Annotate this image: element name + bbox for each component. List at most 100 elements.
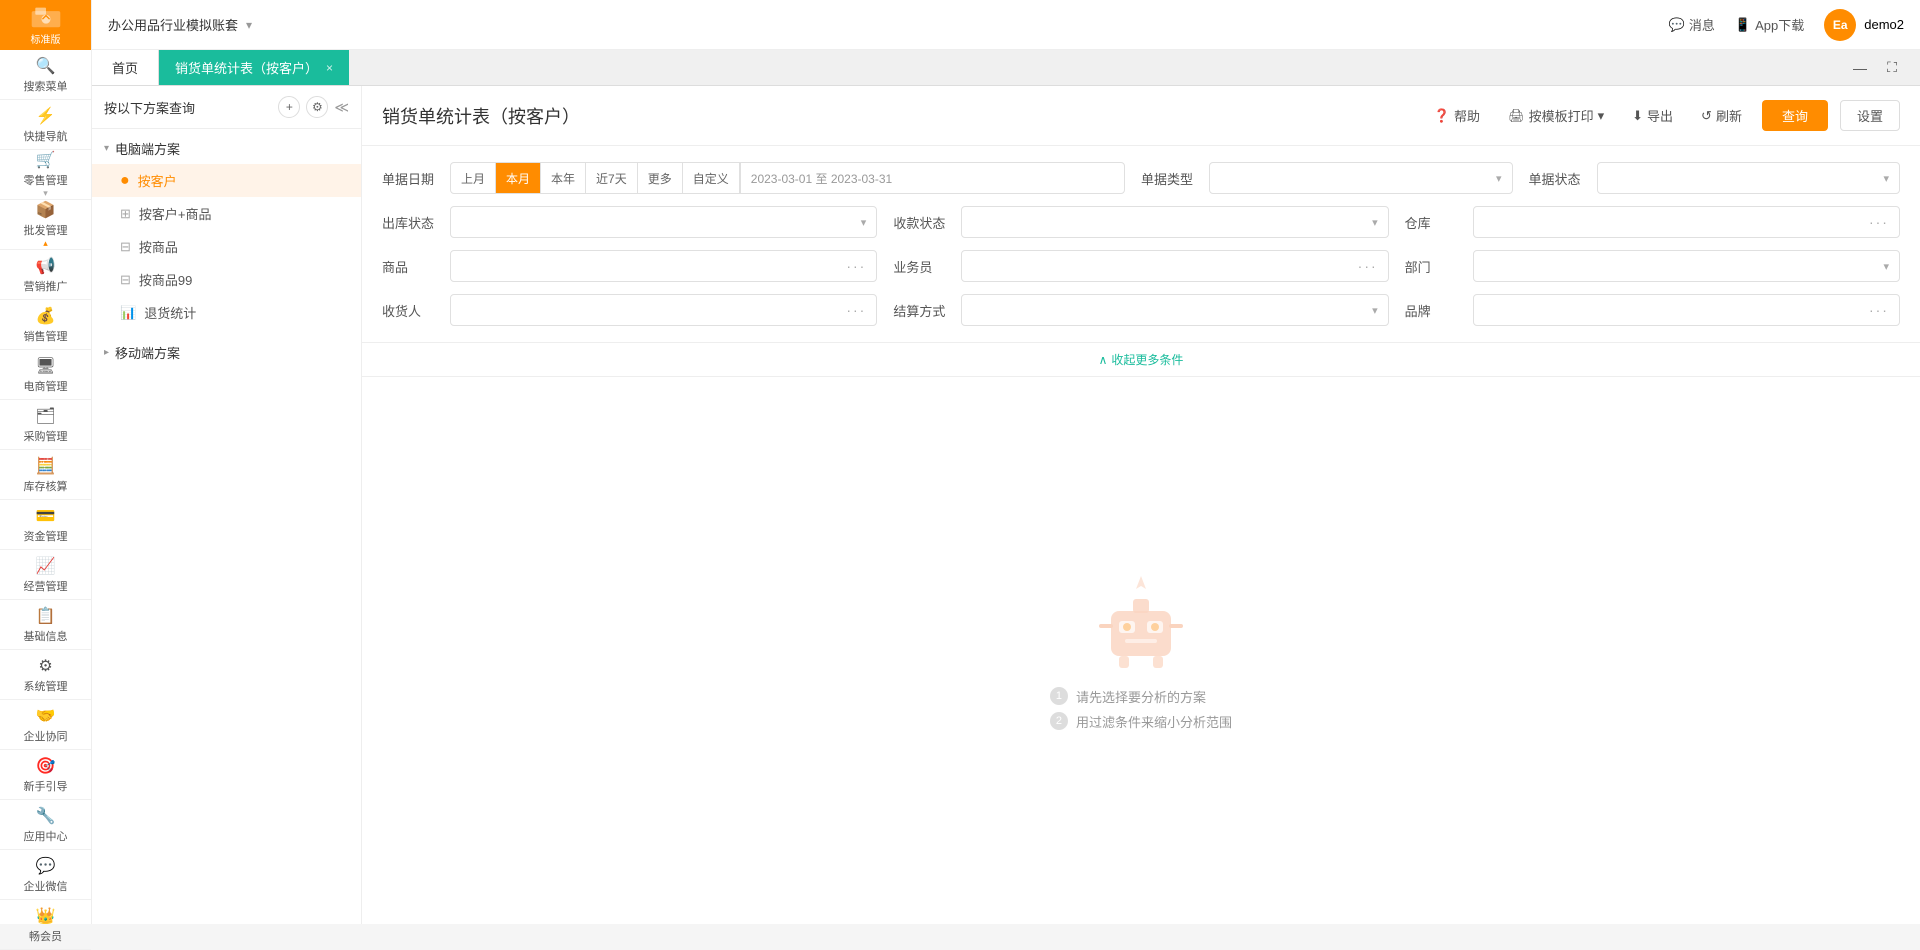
sidebar-item-finance[interactable]: 💳 资金管理 [0, 500, 91, 550]
out-status-control[interactable]: ▾ [450, 206, 877, 238]
filter-row-4: 收货人 ··· 结算方式 ▾ 品牌 [382, 294, 1900, 326]
tab-expand-button[interactable]: ⛶ [1880, 56, 1904, 80]
filter-product: 商品 ··· [382, 250, 877, 282]
sidebar-item-sales[interactable]: 💰 销售管理 [0, 300, 91, 350]
consignee-control[interactable]: ··· [450, 294, 877, 326]
doc-status-control[interactable]: ▾ [1597, 162, 1901, 194]
dept-arrow: ▾ [1883, 260, 1889, 273]
export-button[interactable]: ⬇ 导出 [1624, 102, 1681, 129]
doc-type-arrow: ▾ [1496, 172, 1502, 185]
left-panel-header: 按以下方案查询 + ⚙ ≪ [92, 86, 361, 129]
username-label: demo2 [1864, 17, 1904, 32]
date-last-month[interactable]: 上月 [451, 163, 496, 193]
consignee-dots: ··· [846, 302, 866, 318]
desktop-scheme-toggle[interactable]: ▾ 电脑端方案 [92, 133, 361, 164]
query-button[interactable]: 查询 [1762, 100, 1828, 131]
mobile-scheme-toggle[interactable]: ▸ 移动端方案 [92, 337, 361, 368]
collect-status-label: 收款状态 [893, 213, 953, 232]
help-button[interactable]: ❓ 帮助 [1426, 102, 1488, 129]
settings-button[interactable]: 设置 [1840, 100, 1900, 131]
scheme-item-by-product-99[interactable]: ⊟ 按商品99 [92, 263, 361, 296]
filter-date: 单据日期 上月 本月 本年 近7天 更多 自定义 2023-03-01 至 20… [382, 162, 1125, 194]
mobile-scheme-label: 移动端方案 [115, 343, 180, 362]
help-icon: ❓ [1434, 108, 1450, 124]
topbar-right: 💬 消息 📱 App下载 Ea demo2 [1669, 9, 1904, 41]
print-button[interactable]: 🖨 按模板打印 ▾ [1500, 102, 1612, 129]
dept-control[interactable]: ▾ [1473, 250, 1900, 282]
filter-salesman: 业务员 ··· [893, 250, 1388, 282]
app-download-button[interactable]: 📱 App下载 [1735, 15, 1804, 34]
sidebar-item-basic[interactable]: 📋 基础信息 [0, 600, 91, 650]
sidebar-item-system[interactable]: ⚙ 系统管理 [0, 650, 91, 700]
page-title: 销货单统计表（按客户） [382, 103, 580, 129]
collapse-bar[interactable]: ∧ 收起更多条件 [362, 343, 1920, 377]
wechat-icon: 💬 [36, 856, 56, 876]
sidebar-item-wechat[interactable]: 💬 企业微信 [0, 850, 91, 900]
out-status-arrow: ▾ [861, 216, 867, 229]
consignee-label: 收货人 [382, 301, 442, 320]
date-this-year[interactable]: 本年 [541, 163, 586, 193]
tab-controls: — ⛶ [1848, 56, 1920, 80]
sidebar-item-apps[interactable]: 🔧 应用中心 [0, 800, 91, 850]
settle-control[interactable]: ▾ [961, 294, 1388, 326]
settings-scheme-button[interactable]: ⚙ [306, 96, 328, 118]
sidebar-item-wholesale[interactable]: 📦 批发管理 ▴ [0, 200, 91, 250]
sidebar-item-operations[interactable]: 📈 经营管理 [0, 550, 91, 600]
sidebar-item-quick-nav[interactable]: ⚡ 快捷导航 [0, 100, 91, 150]
scheme-item-by-product[interactable]: ⊟ 按商品 [92, 230, 361, 263]
settle-arrow: ▾ [1372, 304, 1378, 317]
tab-home[interactable]: 首页 [92, 50, 159, 85]
sidebar-item-enterprise[interactable]: 🤝 企业协同 [0, 700, 91, 750]
collect-status-arrow: ▾ [1372, 216, 1378, 229]
quick-nav-icon: ⚡ [36, 106, 56, 126]
brand-control[interactable]: ··· [1473, 294, 1900, 326]
collapse-panel-button[interactable]: ≪ [334, 99, 349, 116]
avatar: Ea [1824, 9, 1856, 41]
tab-active[interactable]: 销货单统计表（按客户） × [159, 50, 349, 85]
scheme-item-by-customer[interactable]: ● 按客户 [92, 164, 361, 197]
user-profile[interactable]: Ea demo2 [1824, 9, 1904, 41]
sidebar-item-member[interactable]: 👑 畅会员 [0, 900, 91, 950]
tab-close-icon[interactable]: × [326, 61, 333, 75]
tab-minimize-button[interactable]: — [1848, 56, 1872, 80]
product-dots: ··· [846, 258, 866, 274]
sidebar-item-guide[interactable]: 🎯 新手引导 [0, 750, 91, 800]
date-range-text: 2023-03-01 至 2023-03-31 [740, 163, 902, 193]
empty-illustration [1081, 571, 1201, 671]
sidebar-item-procurement[interactable]: 🗂 采购管理 [0, 400, 91, 450]
filter-consignee: 收货人 ··· [382, 294, 877, 326]
sidebar-item-ecommerce[interactable]: 🖥 电商管理 [0, 350, 91, 400]
filter-doc-type: 单据类型 ▾ [1141, 162, 1513, 194]
sidebar-item-marketing[interactable]: 📢 营销推广 [0, 250, 91, 300]
message-button[interactable]: 💬 消息 [1669, 15, 1715, 34]
add-scheme-button[interactable]: + [278, 96, 300, 118]
collect-status-control[interactable]: ▾ [961, 206, 1388, 238]
filter-dept: 部门 ▾ [1405, 250, 1900, 282]
collapse-icon: ∧ [1099, 353, 1108, 367]
date-this-month[interactable]: 本月 [496, 163, 541, 193]
empty-tip-1: 1 请先选择要分析的方案 [1050, 687, 1232, 706]
brand-dots: ··· [1869, 302, 1889, 318]
topbar-dropdown[interactable]: ▾ [246, 18, 252, 32]
sidebar-item-retail[interactable]: 🛒 零售管理 ▾ [0, 150, 91, 200]
date-more[interactable]: 更多 [638, 163, 683, 193]
product-label: 商品 [382, 257, 442, 276]
refresh-button[interactable]: ↺ 刷新 [1693, 102, 1750, 129]
warehouse-label: 仓库 [1405, 213, 1465, 232]
scheme-item-by-customer-product[interactable]: ⊞ 按客户+商品 [92, 197, 361, 230]
doc-type-control[interactable]: ▾ [1209, 162, 1513, 194]
date-last-7-days[interactable]: 近7天 [586, 163, 638, 193]
sidebar-item-search-menu[interactable]: 🔍 搜索菜单 [0, 50, 91, 100]
mobile-scheme-arrow: ▸ [104, 347, 109, 358]
topbar-left: 办公用品行业模拟账套 ▾ [108, 15, 252, 34]
product-control[interactable]: ··· [450, 250, 877, 282]
page-actions: ❓ 帮助 🖨 按模板打印 ▾ ⬇ 导出 ↺ 刷新 [1426, 100, 1900, 131]
operations-icon: 📈 [36, 556, 56, 576]
date-custom[interactable]: 自定义 [683, 163, 740, 193]
filter-row-3: 商品 ··· 业务员 ··· 部门 [382, 250, 1900, 282]
sidebar-item-inventory[interactable]: 🧮 库存核算 [0, 450, 91, 500]
salesman-control[interactable]: ··· [961, 250, 1388, 282]
warehouse-control[interactable]: ··· [1473, 206, 1900, 238]
scheme-item-return-stats[interactable]: 📊 退货统计 [92, 296, 361, 329]
page-header: 销货单统计表（按客户） ❓ 帮助 🖨 按模板打印 ▾ ⬇ 导出 [362, 86, 1920, 146]
